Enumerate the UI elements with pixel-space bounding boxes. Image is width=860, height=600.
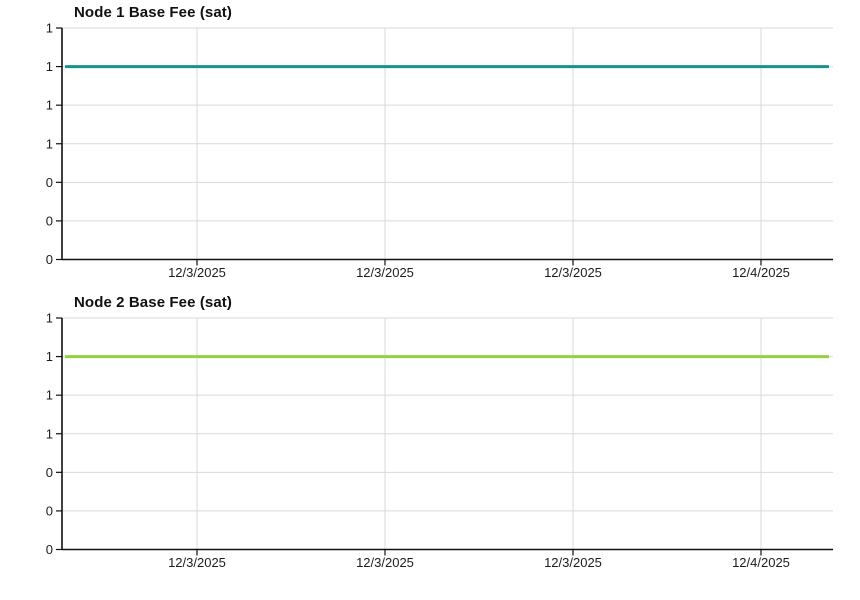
svg-text:0: 0: [46, 213, 53, 228]
svg-text:1: 1: [46, 21, 53, 36]
svg-text:12/3/2025: 12/3/2025: [168, 265, 226, 280]
svg-text:1: 1: [46, 349, 53, 364]
svg-text:12/4/2025: 12/4/2025: [732, 555, 790, 570]
svg-text:0: 0: [46, 175, 53, 190]
svg-text:0: 0: [46, 252, 53, 267]
svg-text:1: 1: [46, 98, 53, 113]
svg-text:1: 1: [46, 59, 53, 74]
chart-node1-plot-area: 1 1 1 1 0 0 0 12/3/2025 12/3/2025 12/3/2025 12/4/2…: [46, 21, 833, 280]
svg-text:0: 0: [46, 465, 53, 480]
svg-text:1: 1: [46, 388, 53, 403]
chart-node1-base-fee: Node 1 Base Fee (sat) 1 1 1 1 0 0 0 12/3/2025 12…: [0, 0, 860, 285]
svg-text:12/3/2025: 12/3/2025: [356, 265, 414, 280]
chart-node2-base-fee: Node 2 Base Fee (sat) 1 1 1 1 0 0 0 12/3/2025 12…: [0, 290, 860, 600]
svg-text:12/3/2025: 12/3/2025: [168, 555, 226, 570]
chart-node2-plot-area: 1 1 1 1 0 0 0 12/3/2025 12/3/2025 12/3/2025 12/4/2…: [46, 311, 833, 570]
svg-text:1: 1: [46, 136, 53, 151]
charts-dashboard: Node 1 Base Fee (sat) 1 1 1 1 0 0 0 12/3/2025 12…: [0, 0, 860, 600]
svg-text:1: 1: [46, 426, 53, 441]
svg-text:1: 1: [46, 311, 53, 326]
svg-text:12/3/2025: 12/3/2025: [544, 265, 602, 280]
svg-text:0: 0: [46, 503, 53, 518]
svg-text:12/4/2025: 12/4/2025: [732, 265, 790, 280]
svg-text:12/3/2025: 12/3/2025: [544, 555, 602, 570]
svg-text:0: 0: [46, 542, 53, 557]
svg-text:12/3/2025: 12/3/2025: [356, 555, 414, 570]
